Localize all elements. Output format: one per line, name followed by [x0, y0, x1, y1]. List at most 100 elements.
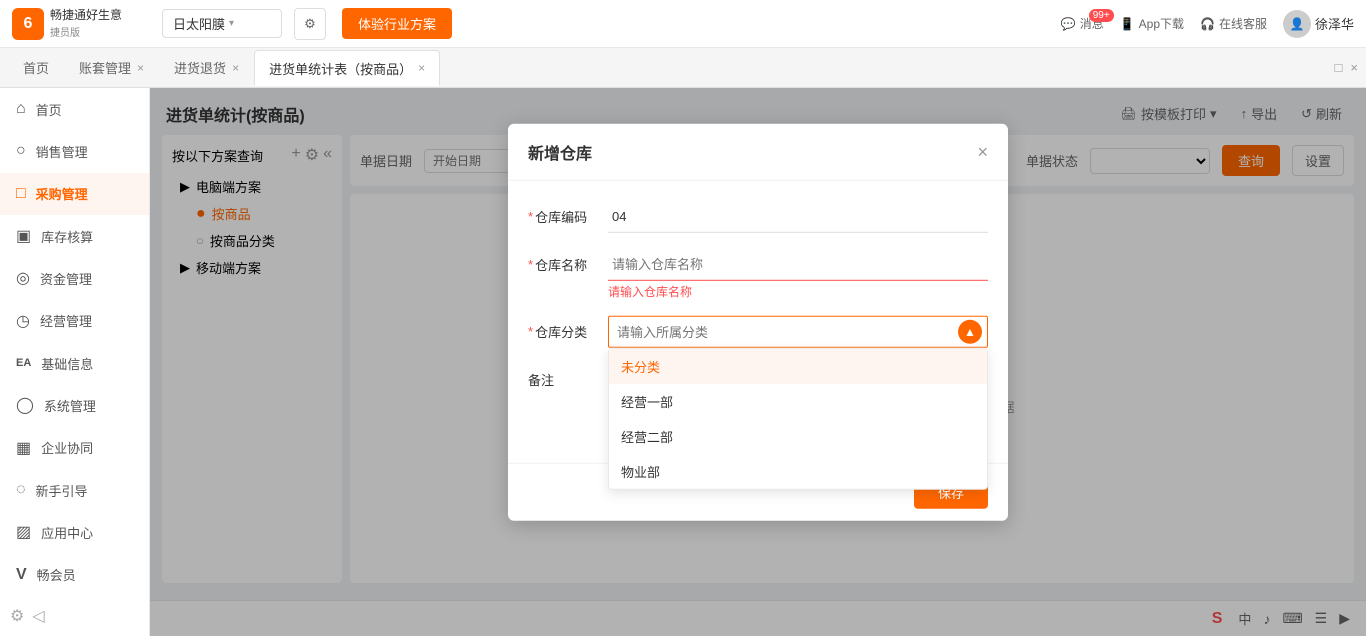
member-icon: V — [16, 566, 27, 584]
tabs-close-icon[interactable]: × — [1350, 60, 1358, 75]
sidebar-item-inventory-label: 库存核算 — [41, 227, 93, 246]
code-label: * 仓库编码 — [528, 201, 608, 226]
category-input-wrap: ▲ — [608, 316, 988, 348]
name-input[interactable] — [608, 249, 988, 281]
sidebar-item-system-label: 系统管理 — [44, 396, 96, 415]
sidebar: ⌂ 首页 ○ 销售管理 □ 采购管理 ▣ 库存核算 ◎ 资金管理 ◷ 经营管理 … — [0, 88, 150, 636]
required-mark: * — [528, 209, 533, 224]
category-dropdown: 未分类 经营一部 经营二部 物业部 — [608, 348, 988, 490]
sidebar-item-finance[interactable]: ◎ 资金管理 — [0, 257, 149, 299]
tab-purchase-return[interactable]: 进货退货 × — [159, 50, 254, 86]
remark-label: 备注 — [528, 364, 608, 389]
app-icon: 📱 — [1120, 17, 1135, 31]
logo-icon: 6 — [12, 8, 44, 40]
gear-icon-btn[interactable]: ⚙ — [294, 8, 326, 40]
service-label: 在线客服 — [1219, 15, 1267, 32]
finance-icon: ◎ — [16, 268, 30, 288]
tab-purchase-return-label: 进货退货 — [174, 58, 226, 77]
sidebar-item-member[interactable]: V 畅会员 — [0, 554, 149, 596]
logo-sub: 捷员版 — [50, 24, 122, 39]
user-area[interactable]: 👤 徐泽华 — [1283, 10, 1354, 38]
name-label: * 仓库名称 — [528, 249, 608, 274]
headset-icon: 🎧 — [1200, 17, 1215, 31]
app-label: App下载 — [1139, 15, 1184, 32]
sidebar-item-apps[interactable]: ▨ 应用中心 — [0, 511, 149, 553]
store-selector[interactable]: 日太阳膜 ▾ — [162, 9, 282, 38]
operation-icon: ◷ — [16, 311, 30, 331]
sidebar-item-enterprise[interactable]: ▦ 企业协同 — [0, 427, 149, 469]
sidebar-item-basic[interactable]: EA 基础信息 — [0, 342, 149, 384]
category-toggle-button[interactable]: ▲ — [958, 320, 982, 344]
home-icon: ⌂ — [16, 100, 26, 118]
tabs-actions: □ × — [1335, 60, 1358, 75]
avatar: 👤 — [1283, 10, 1311, 38]
message-icon: 💬 — [1061, 17, 1076, 31]
purchase-icon: □ — [16, 185, 26, 203]
expand-icon[interactable]: ◁ — [32, 606, 44, 626]
sidebar-item-inventory[interactable]: ▣ 库存核算 — [0, 215, 149, 257]
sidebar-item-newbie[interactable]: ◌ 新手引导 — [0, 469, 149, 511]
name-row: * 仓库名称 请输入仓库名称 — [528, 249, 988, 300]
tab-purchase-return-close[interactable]: × — [232, 61, 239, 75]
required-mark-name: * — [528, 257, 533, 272]
trial-button[interactable]: 体验行业方案 — [342, 8, 452, 39]
tab-accounts[interactable]: 账套管理 × — [64, 50, 159, 86]
sidebar-item-sales-label: 销售管理 — [36, 142, 88, 161]
sidebar-item-purchase[interactable]: □ 采购管理 — [0, 173, 149, 215]
name-control: 请输入仓库名称 — [608, 249, 988, 300]
category-row: * 仓库分类 ▲ 未分类 经营一部 经营二部 物业部 — [528, 316, 988, 348]
restore-icon[interactable]: □ — [1335, 60, 1343, 75]
code-control — [608, 201, 988, 233]
sidebar-item-newbie-label: 新手引导 — [36, 481, 88, 500]
settings-icon[interactable]: ⚙ — [10, 606, 24, 626]
sidebar-item-apps-label: 应用中心 — [41, 523, 93, 542]
dropdown-item-none[interactable]: 未分类 — [609, 349, 987, 384]
sidebar-bottom: ⚙ ◁ — [0, 596, 149, 636]
message-button[interactable]: 💬 消息 99+ — [1061, 15, 1104, 32]
name-error-msg: 请输入仓库名称 — [608, 283, 988, 300]
dialog-header: 新增仓库 × — [508, 124, 1008, 181]
sidebar-item-home[interactable]: ⌂ 首页 — [0, 88, 149, 130]
tab-home[interactable]: 首页 — [8, 50, 64, 86]
logo-area: 6 畅捷通好生意 捷员版 — [12, 8, 162, 40]
sidebar-item-purchase-label: 采购管理 — [36, 184, 88, 203]
sidebar-item-member-label: 畅会员 — [37, 565, 76, 584]
tab-accounts-close[interactable]: × — [137, 61, 144, 75]
top-header: 6 畅捷通好生意 捷员版 日太阳膜 ▾ ⚙ 体验行业方案 💬 消息 99+ 📱 … — [0, 0, 1366, 48]
tabs-bar: 首页 账套管理 × 进货退货 × 进货单统计表（按商品） × □ × — [0, 48, 1366, 88]
system-icon: ◯ — [16, 395, 34, 415]
store-name: 日太阳膜 — [173, 14, 225, 33]
code-row: * 仓库编码 — [528, 201, 988, 233]
main-layout: ⌂ 首页 ○ 销售管理 □ 采购管理 ▣ 库存核算 ◎ 资金管理 ◷ 经营管理 … — [0, 88, 1366, 636]
code-input[interactable] — [608, 201, 988, 233]
service-button[interactable]: 🎧 在线客服 — [1200, 15, 1267, 32]
tab-purchase-stats-close[interactable]: × — [418, 61, 425, 75]
dropdown-item-dept1[interactable]: 经营一部 — [609, 384, 987, 419]
sidebar-item-operation[interactable]: ◷ 经营管理 — [0, 300, 149, 342]
app-download-button[interactable]: 📱 App下载 — [1120, 15, 1184, 32]
header-icons: ⚙ 体验行业方案 — [294, 8, 452, 40]
inventory-icon: ▣ — [16, 226, 31, 246]
chevron-down-icon: ▾ — [229, 18, 234, 29]
sidebar-item-operation-label: 经营管理 — [40, 311, 92, 330]
category-control: ▲ 未分类 经营一部 经营二部 物业部 — [608, 316, 988, 348]
sidebar-item-basic-label: 基础信息 — [41, 354, 93, 373]
tab-home-label: 首页 — [23, 58, 49, 77]
sidebar-item-enterprise-label: 企业协同 — [41, 438, 93, 457]
tab-accounts-label: 账套管理 — [79, 58, 131, 77]
dialog-close-button[interactable]: × — [977, 141, 988, 162]
dropdown-item-dept2[interactable]: 经营二部 — [609, 419, 987, 454]
basic-icon: EA — [16, 357, 31, 369]
tab-purchase-stats[interactable]: 进货单统计表（按商品） × — [254, 50, 440, 86]
username: 徐泽华 — [1315, 14, 1354, 33]
sidebar-item-sales[interactable]: ○ 销售管理 — [0, 130, 149, 172]
dropdown-item-property[interactable]: 物业部 — [609, 454, 987, 489]
new-warehouse-dialog: 新增仓库 × * 仓库编码 * — [508, 124, 1008, 521]
sidebar-item-system[interactable]: ◯ 系统管理 — [0, 384, 149, 426]
sales-icon: ○ — [16, 142, 26, 160]
message-badge: 99+ — [1089, 9, 1114, 22]
enterprise-icon: ▦ — [16, 438, 31, 458]
category-input[interactable] — [608, 316, 988, 348]
header-right: 💬 消息 99+ 📱 App下载 🎧 在线客服 👤 徐泽华 — [1061, 10, 1354, 38]
required-mark-cat: * — [528, 324, 533, 339]
